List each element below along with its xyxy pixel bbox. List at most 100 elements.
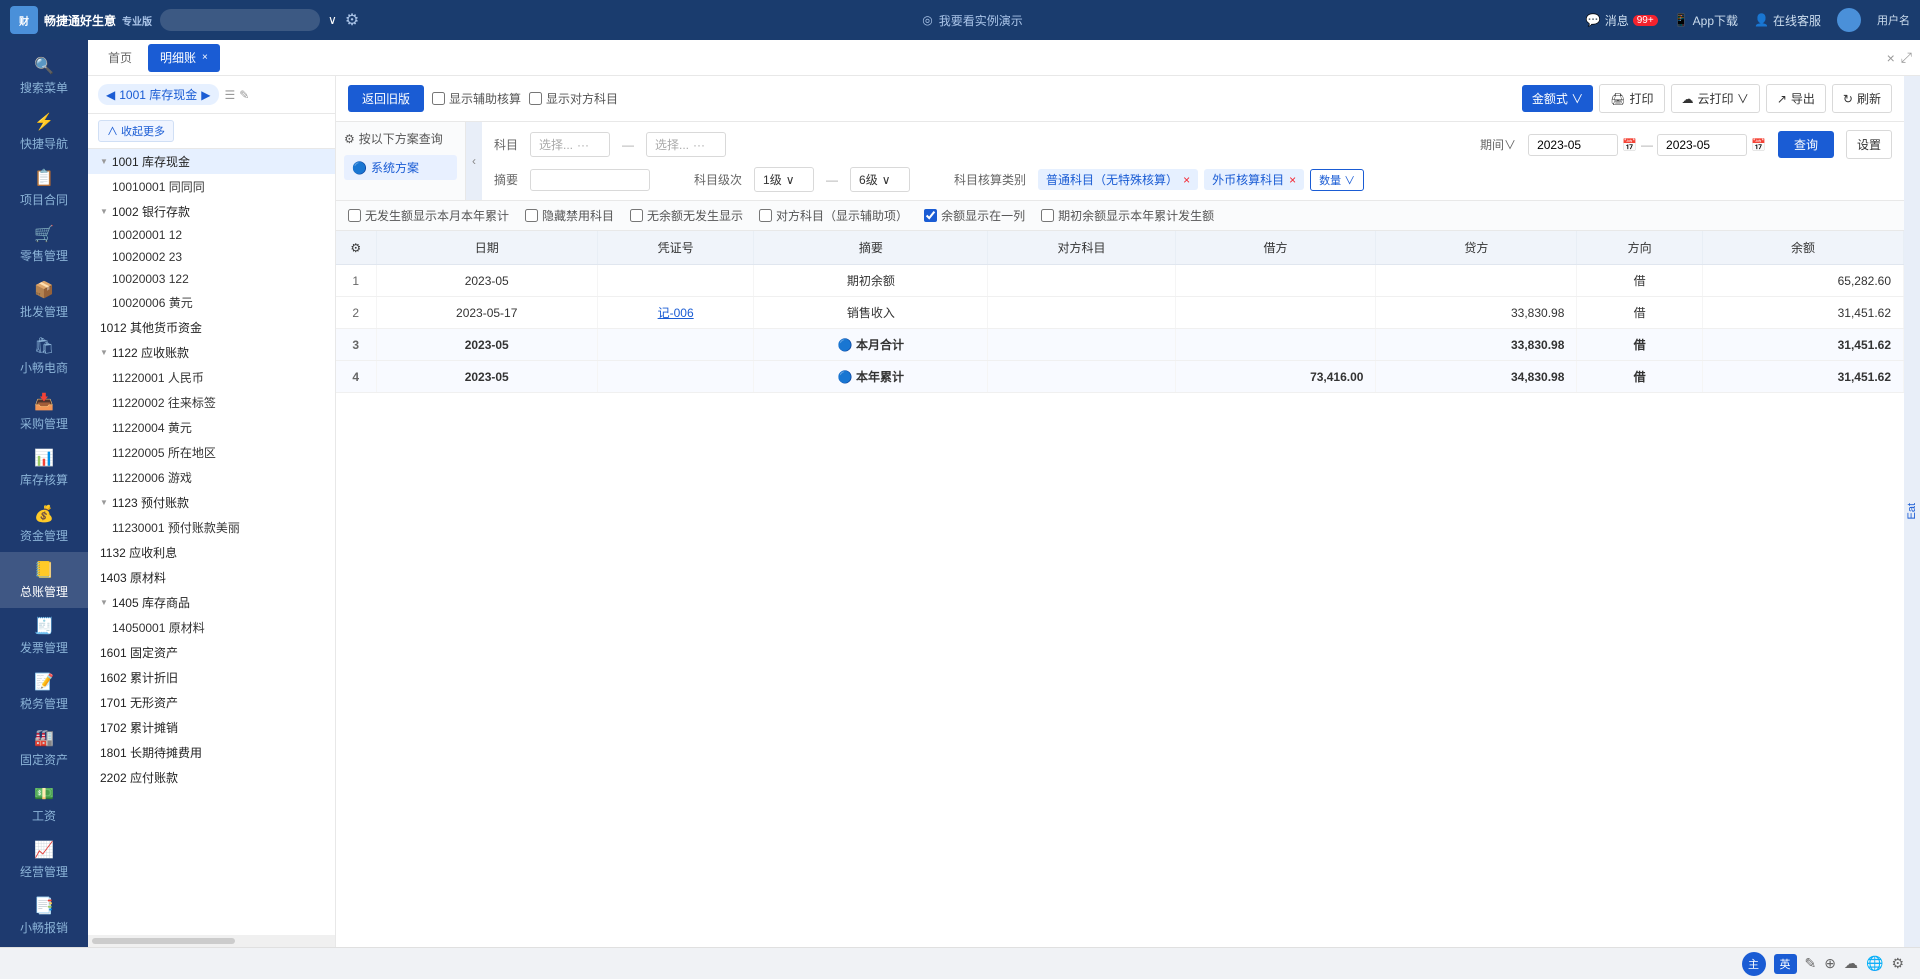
demo-area[interactable]: ◎ 我要看实例演示 [922,12,1023,29]
summary-filter-input[interactable] [530,169,650,191]
sidebar-item-operation[interactable]: 📈 经营管理 [0,832,88,888]
tree-item-1601[interactable]: 1601 固定资产 [88,640,335,665]
sidebar-item-wholesale[interactable]: 📦 批发管理 [0,272,88,328]
sidebar-item-invoice[interactable]: 🧾 发票管理 [0,608,88,664]
refresh-btn[interactable]: ↻ 刷新 [1832,84,1892,113]
sidebar-item-report[interactable]: 📑 小畅报销 [0,888,88,944]
sidebar-item-quick[interactable]: ⚡ 快捷导航 [0,104,88,160]
sidebar-item-ledger[interactable]: 📒 总账管理 [0,552,88,608]
status-icon-4[interactable]: 🌐 [1866,955,1883,972]
gear-col-icon[interactable]: ⚙ [350,241,361,255]
right-edge-panel[interactable]: Eat [1904,76,1920,947]
checkbox-one-col-input[interactable] [924,209,937,222]
tree-item-1001[interactable]: ▼ 1001 库存现金 [88,149,335,174]
tab-detail[interactable]: 明细账 × [148,44,220,72]
tree-edit-icon[interactable]: ✎ [239,88,249,102]
amount-style-btn[interactable]: 金额式 ∨ [1522,85,1593,112]
row-2-voucher[interactable]: 记-006 [597,297,753,329]
show-contra-checkbox[interactable] [529,92,542,105]
tree-selected-tag[interactable]: ◀ 1001 库存现金 ▶ [98,84,219,105]
tree-expand-btn[interactable]: ∧ 收起更多 [98,120,174,142]
type-tag-2[interactable]: 外币核算科目 × [1204,169,1304,190]
checkbox-hide-disabled[interactable]: 隐藏禁用科目 [525,207,614,224]
type-tag-1[interactable]: 普通科目（无特殊核算） × [1038,169,1198,190]
tree-item-1122[interactable]: ▼ 1122 应收账款 [88,340,335,365]
show-assist-check[interactable]: 显示辅助核算 [432,90,521,107]
setting-btn[interactable]: 设置 [1846,130,1892,159]
tab-home[interactable]: 首页 [96,44,144,72]
checkbox-opening-input[interactable] [1041,209,1054,222]
show-assist-checkbox[interactable] [432,92,445,105]
tree-item-1403[interactable]: 1403 原材料 [88,565,335,590]
tree-item-14050001[interactable]: 14050001 原材料 [88,615,335,640]
tree-item-10020002[interactable]: 10020002 23 [88,246,335,268]
period-start-input[interactable] [1528,134,1618,156]
sidebar-item-project[interactable]: 📋 项目合同 [0,160,88,216]
app-download-btn[interactable]: 📱 App下载 [1674,12,1738,29]
status-icon-1[interactable]: ✎ [1805,955,1817,972]
tree-item-10020006[interactable]: 10020006 黄元 [88,290,335,315]
lang-btn[interactable]: 英 [1774,954,1797,974]
tree-item-1801[interactable]: 1801 长期待摊费用 [88,740,335,765]
print-btn[interactable]: 🖨 打印 [1599,84,1664,113]
online-service-btn[interactable]: 👤 在线客服 [1754,12,1821,29]
tree-item-1012[interactable]: 1012 其他货币资金 [88,315,335,340]
checkbox-no-amount-input[interactable] [348,209,361,222]
maximize-icon[interactable]: ⤢ [1901,49,1912,66]
level-start-select[interactable]: 1级 ∨ [754,167,814,192]
sidebar-item-search[interactable]: 🔍 搜索菜单 [0,48,88,104]
checkbox-contra[interactable]: 对方科目（显示辅助项） [759,207,908,224]
tree-item-11220004[interactable]: 11220004 黄元 [88,415,335,440]
level-end-select[interactable]: 6级 ∨ [850,167,910,192]
tree-scrollbar[interactable] [88,935,335,947]
checkbox-hide-disabled-input[interactable] [525,209,538,222]
system-scheme-btn[interactable]: 🔵 系统方案 [344,155,457,180]
type-tag-2-close[interactable]: × [1289,173,1296,187]
checkbox-one-col[interactable]: 余额显示在一列 [924,207,1025,224]
sidebar-item-stock[interactable]: 📊 库存核算 [0,440,88,496]
sidebar-item-salary[interactable]: 💵 工资 [0,776,88,832]
tree-item-1701[interactable]: 1701 无形资产 [88,690,335,715]
period-end-input[interactable] [1657,134,1747,156]
status-icon-3[interactable]: ☁ [1844,955,1858,972]
top-search-input[interactable] [160,9,320,31]
sidebar-item-shop[interactable]: 🛍 小畅电商 [0,328,88,384]
checkbox-opening[interactable]: 期初余额显示本年累计发生额 [1041,207,1214,224]
sidebar-item-tax[interactable]: 📝 税务管理 [0,664,88,720]
tree-item-1702[interactable]: 1702 累计摊销 [88,715,335,740]
tree-item-1602[interactable]: 1602 累计折旧 [88,665,335,690]
tab-close-icon[interactable]: × [202,52,208,63]
tree-item-1405[interactable]: ▼ 1405 库存商品 [88,590,335,615]
checkbox-no-balance-input[interactable] [630,209,643,222]
tree-item-1002[interactable]: ▼ 1002 银行存款 [88,199,335,224]
back-old-version-btn[interactable]: 返回旧版 [348,85,424,112]
tree-item-10010001[interactable]: 10010001 同同同 [88,174,335,199]
status-icon-2[interactable]: ⊕ [1824,955,1836,972]
tree-item-2202[interactable]: 2202 应付账款 [88,765,335,790]
query-btn[interactable]: 查询 [1778,131,1834,158]
sidebar-item-finance[interactable]: 💰 资金管理 [0,496,88,552]
collapse-panel[interactable]: ‹ [466,122,482,200]
tree-col-icon[interactable]: ☰ [225,88,236,102]
calendar-end-icon[interactable]: 📅 [1751,138,1766,152]
window-close-icon[interactable]: × [1887,50,1895,66]
subject-input[interactable]: 选择... ··· [530,132,610,157]
settings-gear-icon[interactable]: ⚙ [345,10,359,30]
tree-item-10020003[interactable]: 10020003 122 [88,268,335,290]
tree-item-11220006[interactable]: 11220006 游戏 [88,465,335,490]
user-avatar[interactable] [1837,8,1861,32]
search-dropdown-icon[interactable]: ∨ [328,13,337,27]
sidebar-item-retail[interactable]: 🛒 零售管理 [0,216,88,272]
subject-end-input[interactable]: 选择... ··· [646,132,726,157]
voucher-link[interactable]: 记-006 [658,306,694,320]
status-icon-5[interactable]: ⚙ [1891,955,1904,972]
tree-item-11220005[interactable]: 11220005 所在地区 [88,440,335,465]
sidebar-item-purchase[interactable]: 📥 采购管理 [0,384,88,440]
status-main-btn[interactable]: 主 [1742,952,1766,976]
tree-item-1123[interactable]: ▼ 1123 预付账款 [88,490,335,515]
message-btn[interactable]: 💬 消息 99+ [1586,12,1658,29]
checkbox-no-amount[interactable]: 无发生额显示本月本年累计 [348,207,509,224]
calendar-start-icon[interactable]: 📅 [1622,138,1637,152]
sidebar-item-fixed[interactable]: 🏭 固定资产 [0,720,88,776]
export-btn[interactable]: ↗ 导出 [1766,84,1826,113]
